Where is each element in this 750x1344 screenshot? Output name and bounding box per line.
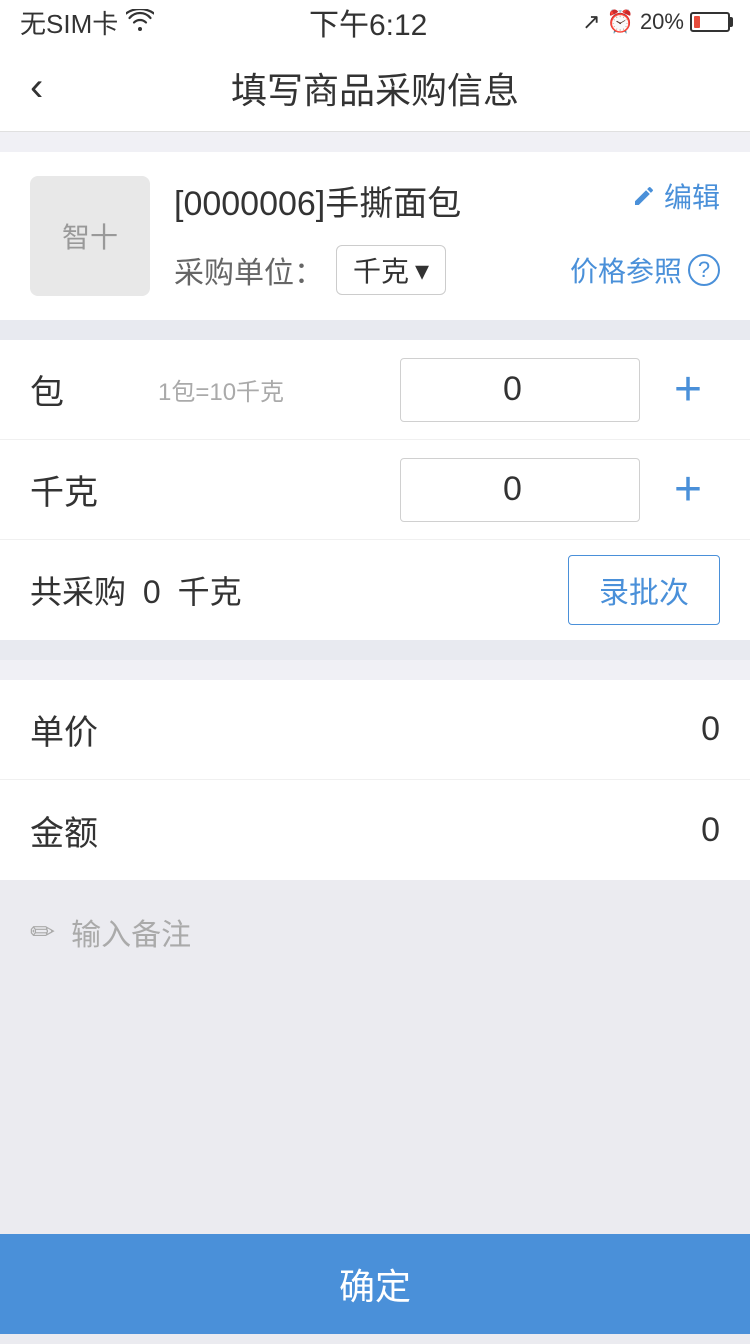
note-section[interactable]: ✏ 输入备注: [0, 880, 750, 984]
status-bar: 无SIM卡 下午6:12 ↗ ⏰ 20%: [0, 0, 750, 44]
kg-input-row: 千克 +: [0, 440, 750, 540]
kg-plus-button[interactable]: +: [656, 458, 720, 522]
input-section: 包 1包=10千克 + 千克 +: [0, 340, 750, 540]
divider-2: [0, 640, 750, 660]
kg-number-input[interactable]: [400, 458, 640, 522]
status-right: ↗ ⏰ 20%: [582, 9, 730, 35]
nav-bar: ‹ 填写商品采购信息: [0, 44, 750, 132]
unit-price-row: 单价 0: [0, 680, 750, 780]
kg-label: 千克: [30, 465, 150, 514]
product-unit-row: 采购单位： 千克 ▾ 价格参照 ?: [174, 245, 720, 295]
batch-button[interactable]: 录批次: [568, 555, 720, 625]
unit-value: 千克: [353, 250, 409, 290]
carrier-label: 无SIM卡: [20, 4, 118, 41]
total-prefix: 共采购: [30, 574, 126, 610]
kg-input-control: +: [150, 458, 720, 522]
amount-row: 金额 0: [0, 780, 750, 880]
price-ref-label: 价格参照: [570, 250, 682, 290]
unit-select[interactable]: 千克 ▾: [336, 245, 446, 295]
back-button[interactable]: ‹: [30, 65, 90, 110]
product-thumbnail: 智十: [30, 176, 150, 296]
price-ref-button[interactable]: 价格参照 ?: [570, 250, 720, 290]
product-card: 智十 [0000006]手撕面包 编辑 采购单位： 千克 ▾ 价格参照 ?: [0, 152, 750, 320]
product-header: [0000006]手撕面包 编辑: [174, 176, 720, 225]
amount-value: 0: [701, 811, 720, 850]
amount-label: 金额: [30, 806, 98, 855]
price-ref-help-icon: ?: [688, 254, 720, 286]
pack-number-input[interactable]: [400, 358, 640, 422]
total-text-container: 共采购 0 千克: [30, 567, 242, 613]
total-value: 0: [143, 574, 161, 610]
battery-icon: [690, 12, 730, 32]
product-name: [0000006]手撕面包: [174, 176, 461, 225]
divider-1: [0, 320, 750, 340]
pack-label: 包: [30, 365, 150, 414]
pencil-icon: ✏: [30, 915, 55, 950]
product-logo: 智十: [62, 216, 118, 256]
pack-plus-button[interactable]: +: [656, 358, 720, 422]
page-title: 填写商品采购信息: [231, 62, 519, 114]
total-row: 共采购 0 千克 录批次: [0, 540, 750, 640]
price-section: 单价 0 金额 0: [0, 680, 750, 880]
edit-button[interactable]: 编辑: [632, 176, 720, 216]
location-icon: ↗: [582, 9, 600, 35]
pack-input-control: +: [284, 358, 720, 422]
wifi-icon: [126, 7, 154, 38]
pack-sublabel: 1包=10千克: [158, 372, 284, 407]
status-left: 无SIM卡: [20, 4, 154, 41]
edit-label: 编辑: [664, 176, 720, 216]
product-info: [0000006]手撕面包 编辑 采购单位： 千克 ▾ 价格参照 ?: [174, 176, 720, 295]
note-placeholder: 输入备注: [71, 910, 191, 954]
unit-price-value: 0: [701, 710, 720, 749]
battery-percentage: 20%: [640, 9, 684, 35]
confirm-button[interactable]: 确定: [0, 1234, 750, 1334]
unit-price-label: 单价: [30, 705, 98, 754]
confirm-label: 确定: [339, 1258, 411, 1310]
total-unit: 千克: [178, 574, 242, 610]
alarm-icon: ⏰: [607, 9, 634, 35]
status-time: 下午6:12: [309, 0, 427, 44]
pack-input-row: 包 1包=10千克 +: [0, 340, 750, 440]
unit-dropdown-icon: ▾: [415, 254, 429, 287]
unit-label: 采购单位：: [174, 248, 324, 292]
